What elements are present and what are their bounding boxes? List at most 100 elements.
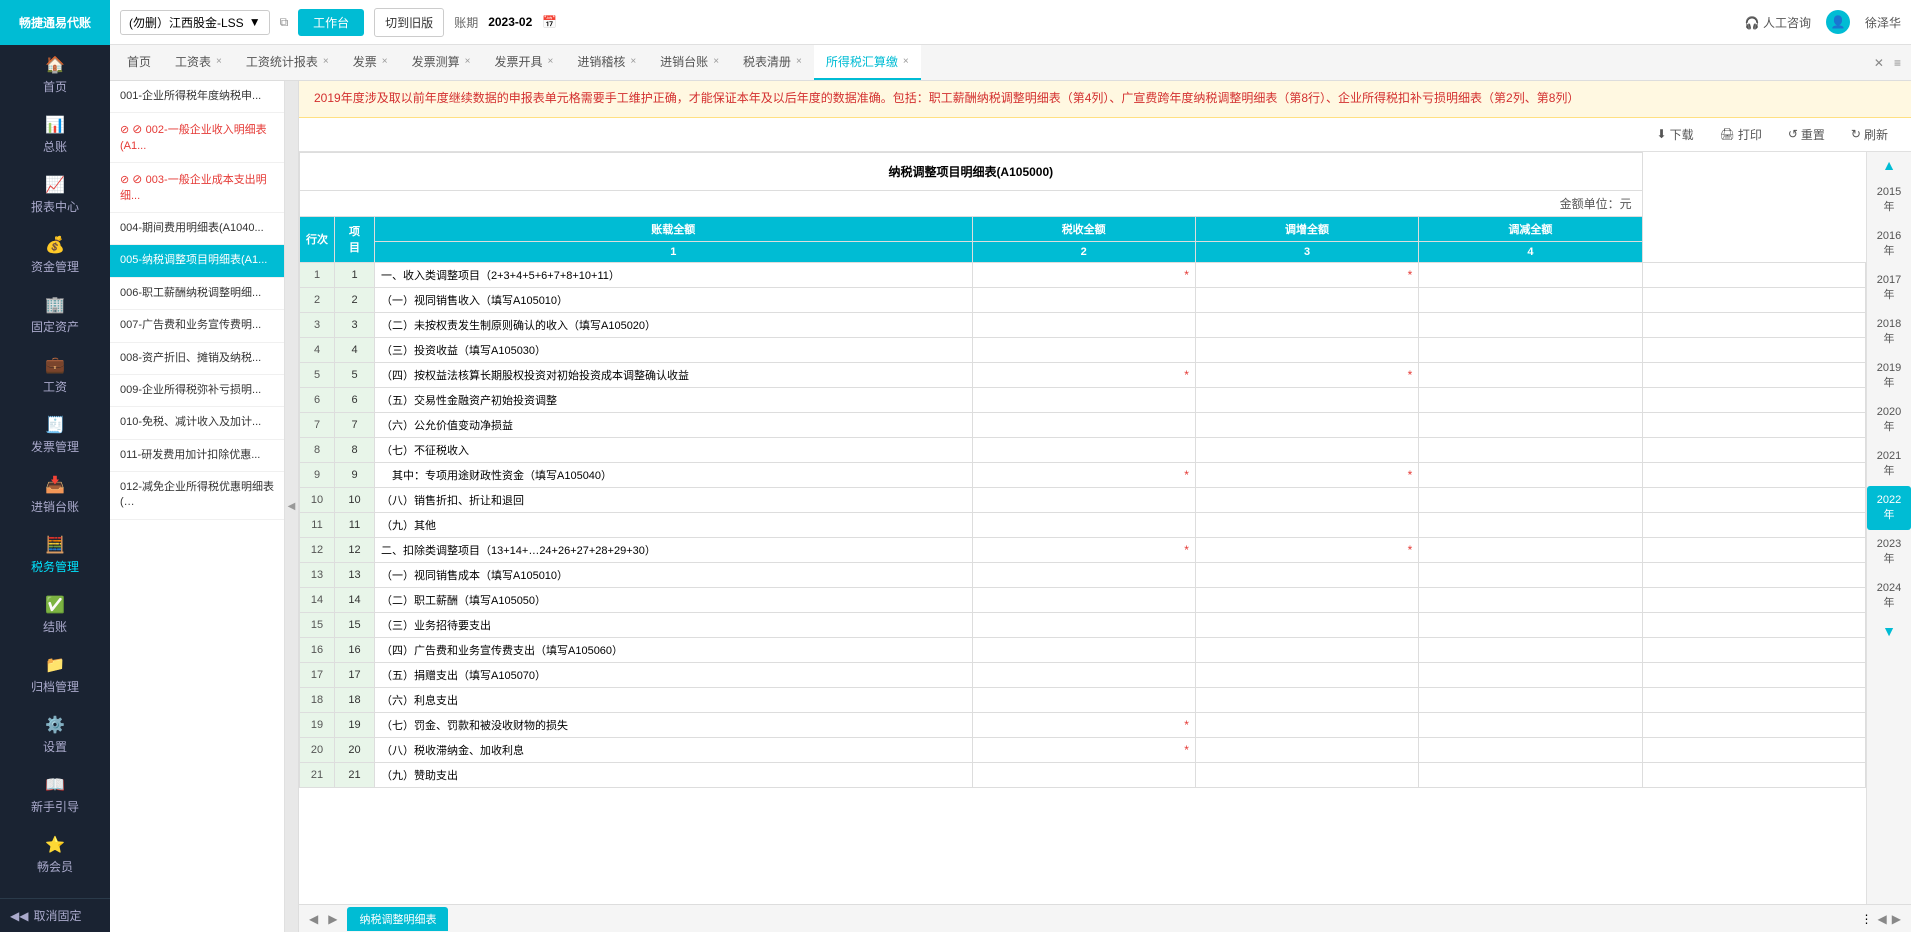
tab-close-8[interactable]: × (796, 56, 802, 67)
old-version-button[interactable]: 切到旧版 (374, 8, 444, 37)
c3-value[interactable] (1419, 462, 1642, 487)
tab-6[interactable]: 进销稽核 × (565, 45, 648, 80)
item-text[interactable]: （六）利息支出 (375, 687, 973, 712)
c3-value[interactable] (1419, 762, 1642, 787)
list-item-005[interactable]: 005-纳税调整项目明细表(A1... (110, 245, 284, 277)
c3-value[interactable] (1419, 412, 1642, 437)
c2-value[interactable] (1195, 512, 1418, 537)
c3-value[interactable] (1419, 687, 1642, 712)
tab-2[interactable]: 工资统计报表 × (234, 45, 341, 80)
worktable-button[interactable]: 工作台 (298, 9, 364, 36)
c1-value[interactable] (972, 412, 1195, 437)
c4-value[interactable] (1642, 412, 1865, 437)
c4-value[interactable] (1642, 287, 1865, 312)
c1-value[interactable] (972, 337, 1195, 362)
tab-1[interactable]: 工资表 × (163, 45, 234, 80)
sheet-left-nav[interactable]: ◀ (309, 912, 318, 926)
c3-value[interactable] (1419, 587, 1642, 612)
collapse-panel-button[interactable]: ◀ (285, 81, 299, 932)
c2-value[interactable]: * (1195, 462, 1418, 487)
scroll-right-icon[interactable]: ▶ (1892, 912, 1901, 926)
c2-value[interactable] (1195, 762, 1418, 787)
list-item-007[interactable]: 007-广告费和业务宣传费明... (110, 310, 284, 342)
item-text[interactable]: （四）广告费和业务宣传费支出（填写A105060） (375, 637, 973, 662)
c4-value[interactable] (1642, 562, 1865, 587)
c2-value[interactable] (1195, 287, 1418, 312)
bottom-sheet-tab[interactable]: 纳税调整明细表 (347, 907, 448, 931)
sidebar-item-settle[interactable]: ✅结账 (0, 585, 110, 645)
sidebar-item-home[interactable]: 🏠首页 (0, 45, 110, 105)
c3-value[interactable] (1419, 712, 1642, 737)
c1-value[interactable] (972, 312, 1195, 337)
sidebar-item-general[interactable]: 📊总账 (0, 105, 110, 165)
c1-value[interactable]: * (972, 712, 1195, 737)
c1-value[interactable]: * (972, 737, 1195, 762)
c1-value[interactable] (972, 512, 1195, 537)
tab-close-6[interactable]: × (630, 56, 636, 67)
c4-value[interactable] (1642, 612, 1865, 637)
c4-value[interactable] (1642, 337, 1865, 362)
c4-value[interactable] (1642, 537, 1865, 562)
c1-value[interactable] (972, 762, 1195, 787)
item-text[interactable]: （七）不征税收入 (375, 437, 973, 462)
sidebar-item-vip[interactable]: ⭐畅会员 (0, 825, 110, 885)
item-text[interactable]: （七）罚金、罚款和被没收财物的损失 (375, 712, 973, 737)
c4-value[interactable] (1642, 462, 1865, 487)
tab-close-5[interactable]: × (547, 56, 553, 67)
item-text[interactable]: （六）公允价值变动净损益 (375, 412, 973, 437)
c1-value[interactable] (972, 612, 1195, 637)
list-item-010[interactable]: 010-免税、减计收入及加计... (110, 407, 284, 439)
c2-value[interactable] (1195, 337, 1418, 362)
c2-value[interactable] (1195, 437, 1418, 462)
year-down-button[interactable]: ▼ (1877, 618, 1901, 644)
c2-value[interactable] (1195, 687, 1418, 712)
tab-4[interactable]: 发票测算 × (400, 45, 483, 80)
c4-value[interactable] (1642, 662, 1865, 687)
list-item-008[interactable]: 008-资产折旧、摊销及纳税... (110, 343, 284, 375)
year-up-button[interactable]: ▲ (1877, 152, 1901, 178)
c3-value[interactable] (1419, 437, 1642, 462)
c4-value[interactable] (1642, 512, 1865, 537)
year-item-2022年[interactable]: 2022年 (1867, 486, 1911, 530)
download-button[interactable]: ⬇ 下载 (1649, 123, 1702, 146)
c2-value[interactable] (1195, 737, 1418, 762)
c1-value[interactable] (972, 437, 1195, 462)
list-item-002[interactable]: ⊘ 002-一般企业收入明细表(A1... (110, 113, 284, 163)
year-item-2016年[interactable]: 2016年 (1867, 222, 1911, 266)
item-text[interactable]: （二）职工薪酬（填写A105050） (375, 587, 973, 612)
c4-value[interactable] (1642, 762, 1865, 787)
company-select[interactable]: (勿删）江西股金-LSS ▼ (120, 10, 270, 35)
year-item-2017年[interactable]: 2017年 (1867, 266, 1911, 310)
c4-value[interactable] (1642, 437, 1865, 462)
c2-value[interactable] (1195, 662, 1418, 687)
c2-value[interactable] (1195, 587, 1418, 612)
c1-value[interactable]: * (972, 537, 1195, 562)
list-item-006[interactable]: 006-职工薪酬纳税调整明细... (110, 278, 284, 310)
year-item-2021年[interactable]: 2021年 (1867, 442, 1911, 486)
c3-value[interactable] (1419, 737, 1642, 762)
item-text[interactable]: （一）视同销售收入（填写A105010） (375, 287, 973, 312)
sidebar-item-guide[interactable]: 📖新手引导 (0, 765, 110, 825)
c2-value[interactable] (1195, 712, 1418, 737)
sidebar-item-reports[interactable]: 📈报表中心 (0, 165, 110, 225)
c3-value[interactable] (1419, 287, 1642, 312)
year-item-2020年[interactable]: 2020年 (1867, 398, 1911, 442)
tab-close-9[interactable]: × (903, 56, 909, 67)
sidebar-item-finance[interactable]: 💰资金管理 (0, 225, 110, 285)
sidebar-item-invoice[interactable]: 🧾发票管理 (0, 405, 110, 465)
c4-value[interactable] (1642, 687, 1865, 712)
item-text[interactable]: （五）交易性金融资产初始投资调整 (375, 387, 973, 412)
c4-value[interactable] (1642, 487, 1865, 512)
c1-value[interactable] (972, 637, 1195, 662)
tab-close-7[interactable]: × (713, 56, 719, 67)
c2-value[interactable]: * (1195, 262, 1418, 287)
sidebar-item-purchase[interactable]: 📥进销台账 (0, 465, 110, 525)
c1-value[interactable] (972, 587, 1195, 612)
support-link[interactable]: 🎧 人工咨询 (1745, 14, 1811, 31)
c2-value[interactable] (1195, 312, 1418, 337)
c1-value[interactable] (972, 387, 1195, 412)
tab-close-3[interactable]: × (382, 56, 388, 67)
c2-value[interactable] (1195, 562, 1418, 587)
c3-value[interactable] (1419, 262, 1642, 287)
year-item-2019年[interactable]: 2019年 (1867, 354, 1911, 398)
